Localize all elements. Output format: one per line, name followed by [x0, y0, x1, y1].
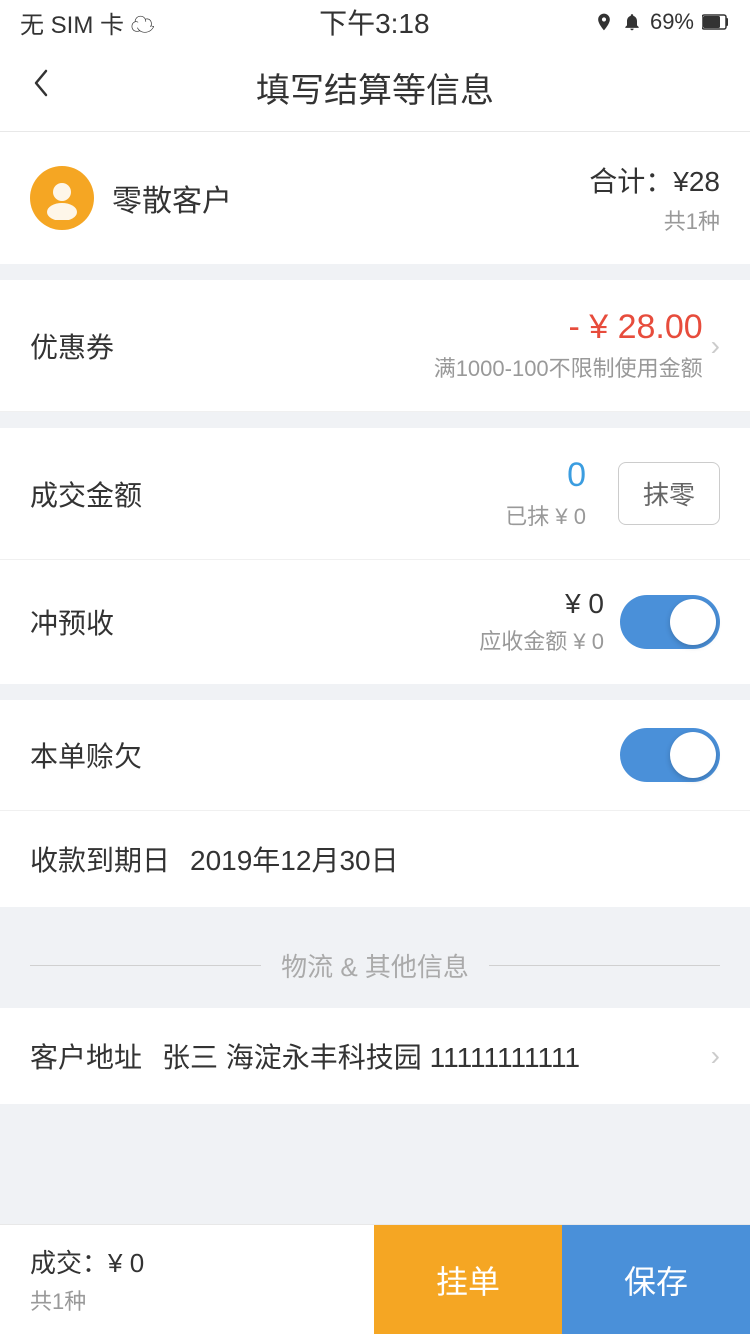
transaction-value-wrap: 0 已抹 ¥ 0: [505, 456, 586, 531]
coupon-section: 优惠券 - ¥ 28.00 满1000-100不限制使用金额 ›: [0, 280, 750, 412]
advance-row: 冲预收 ¥ 0 应收金额 ¥ 0: [0, 560, 750, 684]
toggle-thumb: [670, 599, 716, 645]
due-date-row: 收款到期日 2019年12月30日: [0, 810, 750, 907]
bottom-transaction-value: ¥ 0: [108, 1248, 144, 1278]
transaction-row: 成交金额 0 已抹 ¥ 0 抹零: [0, 428, 750, 560]
debt-row: 本单赊欠: [0, 700, 750, 810]
address-value: 张三 海淀永丰科技园 11111111111: [162, 1036, 703, 1076]
customer-avatar: [30, 166, 94, 230]
discount-amount: - ¥ 28.00: [434, 308, 703, 347]
advance-amount: ¥ 0: [479, 588, 604, 620]
debt-section: 本单赊欠 收款到期日 2019年12月30日: [0, 700, 750, 907]
customer-left: 零散客户: [30, 166, 232, 230]
bottom-info: 成交：¥ 0 共1种: [0, 1225, 374, 1334]
debt-label: 本单赊欠: [30, 735, 142, 775]
bottom-bar: 成交：¥ 0 共1种 挂单 保存: [0, 1224, 750, 1334]
discount-desc: 满1000-100不限制使用金额: [434, 351, 703, 383]
customer-row: 零散客户 合计：¥28 共1种: [0, 132, 750, 264]
hang-button[interactable]: 挂单: [374, 1225, 562, 1334]
back-button[interactable]: [28, 61, 56, 114]
transaction-label: 成交金额: [30, 474, 142, 514]
advance-right: ¥ 0 应收金额 ¥ 0: [479, 588, 720, 656]
coupon-label: 优惠券: [30, 326, 114, 366]
address-label: 客户地址: [30, 1036, 142, 1076]
transaction-value[interactable]: 0: [505, 456, 586, 495]
nav-bar: 填写结算等信息: [0, 44, 750, 132]
status-time: 下午3:18: [319, 2, 430, 42]
battery-icon: [702, 14, 730, 30]
logistics-separator: 物流 & 其他信息: [0, 923, 750, 1008]
debt-toggle[interactable]: [620, 728, 720, 782]
round-zero-button[interactable]: 抹零: [618, 462, 720, 525]
transaction-sub: 已抹 ¥ 0: [505, 499, 586, 531]
advance-receivable: 应收金额 ¥ 0: [479, 624, 604, 656]
due-date-value: 2019年12月30日: [190, 839, 399, 879]
page-title: 填写结算等信息: [256, 63, 494, 112]
coupon-row[interactable]: 优惠券 - ¥ 28.00 满1000-100不限制使用金额 ›: [0, 280, 750, 412]
bottom-transaction: 成交：¥ 0: [30, 1243, 344, 1280]
save-button[interactable]: 保存: [562, 1225, 750, 1334]
status-bar: 无 SIM 卡 ☁ 下午3:18 69%: [0, 0, 750, 44]
customer-name: 零散客户: [112, 176, 232, 220]
logistics-label: 物流 & 其他信息: [261, 947, 489, 984]
battery-percent: 69%: [650, 9, 694, 35]
coupon-right: - ¥ 28.00 满1000-100不限制使用金额: [434, 308, 703, 383]
debt-toggle-thumb: [670, 732, 716, 778]
customer-count: 共1种: [589, 204, 720, 236]
alarm-icon: [622, 12, 642, 32]
logistics-line-right: [489, 965, 720, 966]
advance-toggle[interactable]: [620, 595, 720, 649]
advance-label: 冲预收: [30, 602, 114, 642]
location-icon: [594, 12, 614, 32]
coupon-chevron-icon: ›: [711, 330, 720, 362]
bottom-count: 共1种: [30, 1284, 344, 1316]
address-section: 客户地址 张三 海淀永丰科技园 11111111111 ›: [0, 1008, 750, 1104]
bottom-transaction-label: 成交：: [30, 1248, 108, 1278]
status-right: 69%: [594, 9, 730, 35]
sim-status: 无 SIM 卡 ☁: [20, 5, 155, 40]
logistics-line-left: [30, 965, 261, 966]
transaction-section: 成交金额 0 已抹 ¥ 0 抹零 冲预收 ¥ 0 应收金额 ¥ 0: [0, 428, 750, 684]
due-date-label: 收款到期日: [30, 839, 170, 879]
address-chevron-icon: ›: [711, 1040, 720, 1072]
address-row[interactable]: 客户地址 张三 海淀永丰科技园 11111111111 ›: [0, 1008, 750, 1104]
customer-right: 合计：¥28 共1种: [589, 160, 720, 236]
status-left: 无 SIM 卡 ☁: [20, 5, 155, 40]
content: 零散客户 合计：¥28 共1种 优惠券 - ¥ 28.00 满1000-100不…: [0, 132, 750, 1240]
customer-total: 合计：¥28: [589, 160, 720, 200]
transaction-right: 0 已抹 ¥ 0 抹零: [505, 456, 720, 531]
advance-amounts: ¥ 0 应收金额 ¥ 0: [479, 588, 604, 656]
